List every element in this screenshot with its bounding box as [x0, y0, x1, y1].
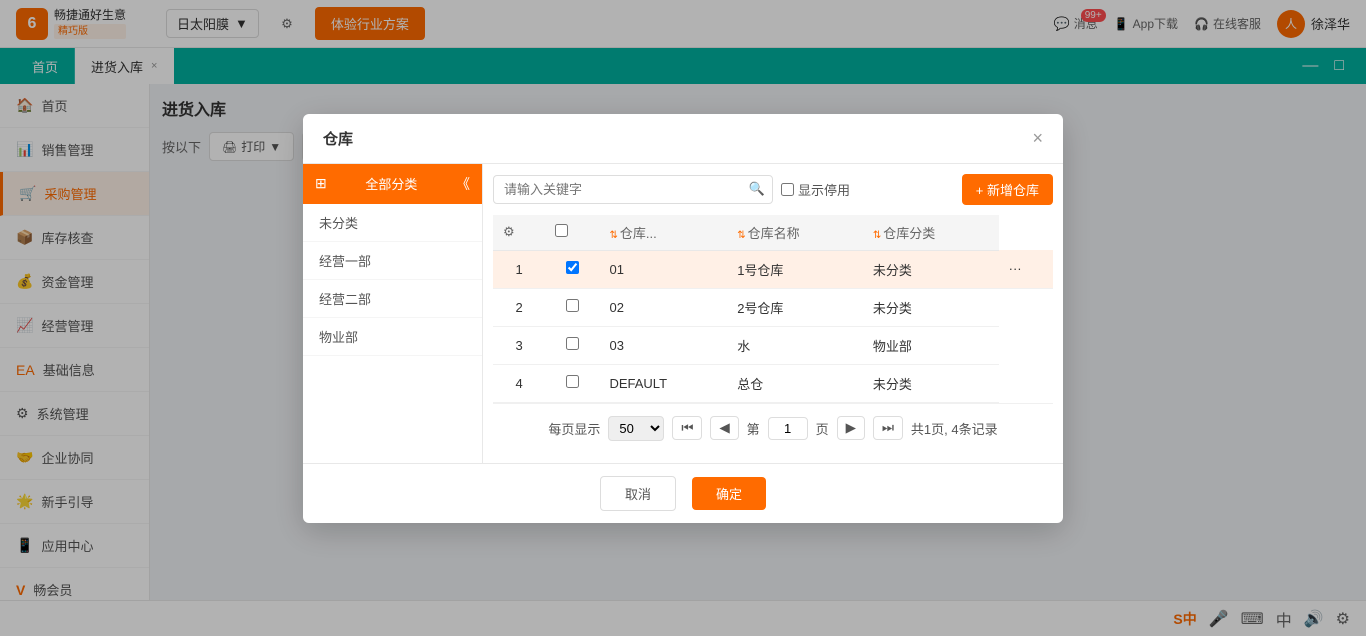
- row-name-1: 2号仓库: [727, 288, 863, 326]
- modal-header: 仓库 ×: [303, 114, 1063, 164]
- row-name-2: 水: [727, 326, 863, 364]
- modal-footer: 取消 确定: [303, 463, 1063, 523]
- row-actions-0[interactable]: ···: [999, 250, 1053, 288]
- category-item-ops2[interactable]: 经营二部: [303, 280, 482, 318]
- show-disabled-label[interactable]: 显示停用: [781, 180, 850, 199]
- modal-close-btn[interactable]: ×: [1032, 128, 1043, 149]
- warehouse-modal: 仓库 × ⊞ 全部分类 《 未分类 经营一部 经营二部 物业部: [303, 114, 1063, 523]
- category-item-property[interactable]: 物业部: [303, 318, 482, 356]
- search-input-wrap: 🔍: [493, 175, 773, 204]
- category-header[interactable]: ⊞ 全部分类 《: [303, 164, 482, 204]
- table-panel: 🔍 显示停用 + 新增仓库 ⚙ ⇅仓库...: [483, 164, 1063, 463]
- category-grid-icon: ⊞: [315, 175, 327, 192]
- row-category-3: 未分类: [863, 364, 999, 402]
- page-size-select[interactable]: 50 100 200: [608, 416, 664, 441]
- last-page-btn[interactable]: ⏭: [873, 416, 903, 440]
- add-warehouse-btn[interactable]: + 新增仓库: [962, 174, 1053, 205]
- row-num-3: 4: [493, 364, 545, 402]
- select-all-checkbox[interactable]: [555, 224, 568, 237]
- prev-page-btn[interactable]: ◀: [710, 416, 738, 440]
- row-code-0: 01: [599, 250, 727, 288]
- search-input[interactable]: [493, 175, 773, 204]
- table-row[interactable]: 1 01 1号仓库 未分类 ···: [493, 250, 1053, 288]
- row-checkbox-cell-3: [545, 364, 599, 402]
- modal-overlay: 仓库 × ⊞ 全部分类 《 未分类 经营一部 经营二部 物业部: [0, 0, 1366, 636]
- col-code[interactable]: ⇅仓库...: [599, 215, 727, 251]
- row-checkbox-0[interactable]: [566, 261, 579, 274]
- table-row[interactable]: 3 03 水 物业部: [493, 326, 1053, 364]
- page-input[interactable]: [768, 417, 808, 440]
- category-list: 未分类 经营一部 经营二部 物业部: [303, 204, 482, 463]
- row-checkbox-2[interactable]: [566, 337, 579, 350]
- show-disabled-checkbox[interactable]: [781, 183, 794, 196]
- row-checkbox-cell-2: [545, 326, 599, 364]
- row-num-0: 1: [493, 250, 545, 288]
- cancel-btn[interactable]: 取消: [600, 476, 676, 511]
- row-checkbox-cell-0: [545, 250, 599, 288]
- warehouse-table: ⚙ ⇅仓库... ⇅仓库名称 ⇅仓库分类 1 01 1号仓库 未分类 ··· 2: [493, 215, 1053, 403]
- collapse-btn[interactable]: 《: [456, 174, 470, 194]
- first-page-btn[interactable]: ⏮: [672, 416, 702, 440]
- row-code-2: 03: [599, 326, 727, 364]
- col-checkbox: [545, 215, 599, 251]
- confirm-btn[interactable]: 确定: [692, 477, 766, 510]
- col-category[interactable]: ⇅仓库分类: [863, 215, 999, 251]
- row-checkbox-1[interactable]: [566, 299, 579, 312]
- row-code-3: DEFAULT: [599, 364, 727, 402]
- table-row[interactable]: 4 DEFAULT 总仓 未分类: [493, 364, 1053, 402]
- row-checkbox-cell-1: [545, 288, 599, 326]
- table-row[interactable]: 2 02 2号仓库 未分类: [493, 288, 1053, 326]
- modal-body: ⊞ 全部分类 《 未分类 经营一部 经营二部 物业部 🔍: [303, 164, 1063, 463]
- row-code-1: 02: [599, 288, 727, 326]
- row-category-0: 未分类: [863, 250, 999, 288]
- pagination: 每页显示 50 100 200 ⏮ ◀ 第 页 ▶ ⏭ 共1页, 4条记录: [493, 403, 1053, 453]
- sort-icon-category: ⇅: [873, 230, 881, 241]
- row-num-1: 2: [493, 288, 545, 326]
- category-panel: ⊞ 全部分类 《 未分类 经营一部 经营二部 物业部: [303, 164, 483, 463]
- category-item-ops1[interactable]: 经营一部: [303, 242, 482, 280]
- row-category-1: 未分类: [863, 288, 999, 326]
- sort-icon-name: ⇅: [737, 230, 745, 241]
- category-item-unclassified[interactable]: 未分类: [303, 204, 482, 242]
- row-category-2: 物业部: [863, 326, 999, 364]
- next-page-btn[interactable]: ▶: [837, 416, 865, 440]
- col-name[interactable]: ⇅仓库名称: [727, 215, 863, 251]
- modal-title: 仓库: [323, 128, 353, 149]
- search-bar: 🔍 显示停用 + 新增仓库: [493, 174, 1053, 205]
- sort-icon-code: ⇅: [609, 230, 617, 241]
- search-icon[interactable]: 🔍: [749, 181, 765, 197]
- row-name-3: 总仓: [727, 364, 863, 402]
- row-name-0: 1号仓库: [727, 250, 863, 288]
- col-settings[interactable]: ⚙: [493, 215, 545, 251]
- row-checkbox-3[interactable]: [566, 375, 579, 388]
- row-num-2: 3: [493, 326, 545, 364]
